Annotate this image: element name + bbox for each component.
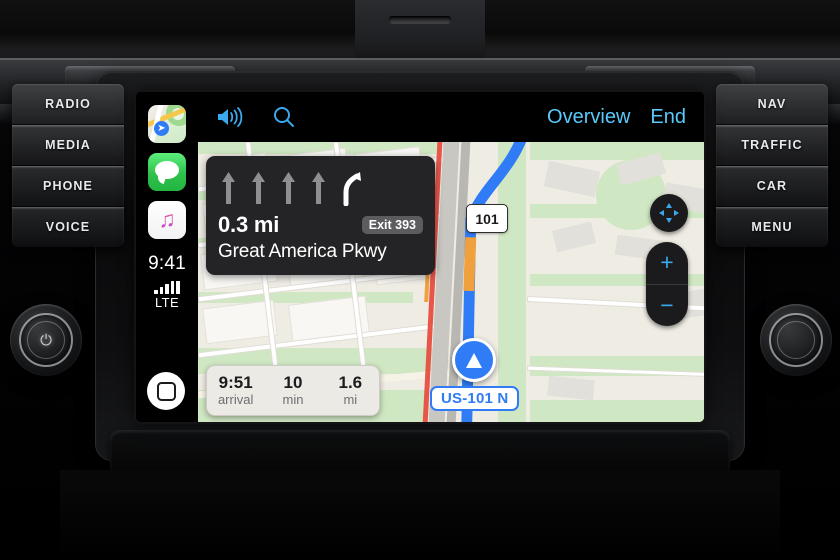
end-button[interactable]: End bbox=[650, 106, 686, 129]
maneuver-street: Great America Pkwy bbox=[218, 241, 387, 262]
menu-button[interactable]: MENU bbox=[716, 206, 828, 247]
search-icon[interactable] bbox=[272, 105, 296, 129]
maps-toolbar: Overview End bbox=[198, 92, 704, 142]
maneuver-distance: 0.3 mi bbox=[218, 212, 280, 237]
eta-distance-cell: 1.6 mi bbox=[322, 366, 379, 415]
toolbar-left-group bbox=[198, 105, 296, 129]
carplay-sidebar: ➤ 280 ♫ 9:41 LTE bbox=[136, 92, 198, 422]
phone-button[interactable]: PHONE bbox=[12, 165, 124, 206]
right-button-stack: NAV TRAFFIC CAR MENU bbox=[716, 84, 828, 247]
lane-straight-icon bbox=[280, 170, 297, 206]
trim-slot bbox=[388, 16, 452, 24]
distance-row: 0.3 mi Exit 393 bbox=[218, 212, 423, 238]
car-dashboard: RADIO MEDIA PHONE VOICE NAV TRAFFIC CAR … bbox=[0, 0, 840, 560]
maps-app-icon[interactable]: ➤ 280 bbox=[148, 105, 186, 143]
speaker-icon[interactable] bbox=[216, 106, 244, 128]
road-label: US-101 N bbox=[430, 386, 520, 411]
lane-exit-right-icon bbox=[340, 170, 362, 206]
media-button[interactable]: MEDIA bbox=[12, 124, 124, 165]
lane-straight-icon bbox=[220, 170, 237, 206]
lane-straight-icon bbox=[250, 170, 267, 206]
radio-button[interactable]: RADIO bbox=[12, 84, 124, 124]
zoom-controls: + − bbox=[646, 242, 688, 326]
exit-badge: Exit 393 bbox=[361, 216, 423, 234]
status-area: 9:41 LTE bbox=[136, 253, 198, 310]
home-icon bbox=[156, 381, 176, 401]
eta-time-cell: 10 min bbox=[264, 366, 321, 415]
car-button[interactable]: CAR bbox=[716, 165, 828, 206]
eta-arrival-value: 9:51 bbox=[218, 373, 253, 392]
carrier-label: LTE bbox=[154, 295, 180, 310]
eta-arrival-cell: 9:51 arrival bbox=[207, 366, 264, 415]
home-button[interactable] bbox=[147, 372, 185, 410]
nav-button[interactable]: NAV bbox=[716, 84, 828, 124]
voice-button[interactable]: VOICE bbox=[12, 206, 124, 247]
eta-time-value: 10 bbox=[283, 373, 303, 392]
signal-strength-icon bbox=[136, 280, 198, 294]
zoom-in-button[interactable]: + bbox=[646, 242, 688, 285]
chat-bubble-tail bbox=[156, 174, 166, 185]
maneuver-banner: 0.3 mi Exit 393 Great America Pkwy bbox=[206, 156, 435, 275]
eta-arrival-label: arrival bbox=[217, 392, 254, 407]
highway-shield: 101 bbox=[466, 204, 508, 233]
eta-distance-value: 1.6 bbox=[338, 373, 363, 392]
current-location-puck bbox=[452, 338, 496, 382]
eta-time-label: min bbox=[282, 392, 304, 407]
power-icon: ⏻ bbox=[40, 332, 52, 349]
lane-straight-icon bbox=[310, 170, 327, 206]
map-navigation-arrow-icon: ➤ bbox=[154, 121, 169, 136]
zoom-out-button[interactable]: − bbox=[646, 285, 688, 327]
eta-distance-label: mi bbox=[343, 392, 358, 407]
pan-control-button[interactable] bbox=[650, 194, 688, 232]
carplay-content: Overview End 101 US-101 N 0.3 mi Exit 39… bbox=[198, 92, 704, 422]
music-app-icon[interactable]: ♫ bbox=[148, 201, 186, 239]
center-trim-tab bbox=[355, 0, 485, 62]
heading-arrow-icon bbox=[466, 352, 482, 368]
lane-guidance bbox=[218, 166, 423, 206]
messages-app-icon[interactable] bbox=[148, 153, 186, 191]
power-volume-knob[interactable]: ⏻ bbox=[10, 304, 82, 376]
left-button-stack: RADIO MEDIA PHONE VOICE bbox=[12, 84, 124, 247]
tune-knob[interactable] bbox=[760, 304, 832, 376]
map-view[interactable]: 101 US-101 N 0.3 mi Exit 393 Great Ameri… bbox=[198, 142, 704, 422]
music-note-icon: ♫ bbox=[148, 206, 186, 233]
lower-console-panel bbox=[60, 470, 780, 560]
toolbar-right-group: Overview End bbox=[547, 106, 704, 129]
carplay-screen: ➤ 280 ♫ 9:41 LTE bbox=[136, 92, 704, 422]
overview-button[interactable]: Overview bbox=[547, 106, 630, 129]
pan-arrows-icon bbox=[659, 203, 679, 223]
traffic-button[interactable]: TRAFFIC bbox=[716, 124, 828, 165]
eta-card[interactable]: 9:51 arrival 10 min 1.6 mi bbox=[206, 365, 380, 416]
status-clock: 9:41 bbox=[148, 253, 186, 274]
